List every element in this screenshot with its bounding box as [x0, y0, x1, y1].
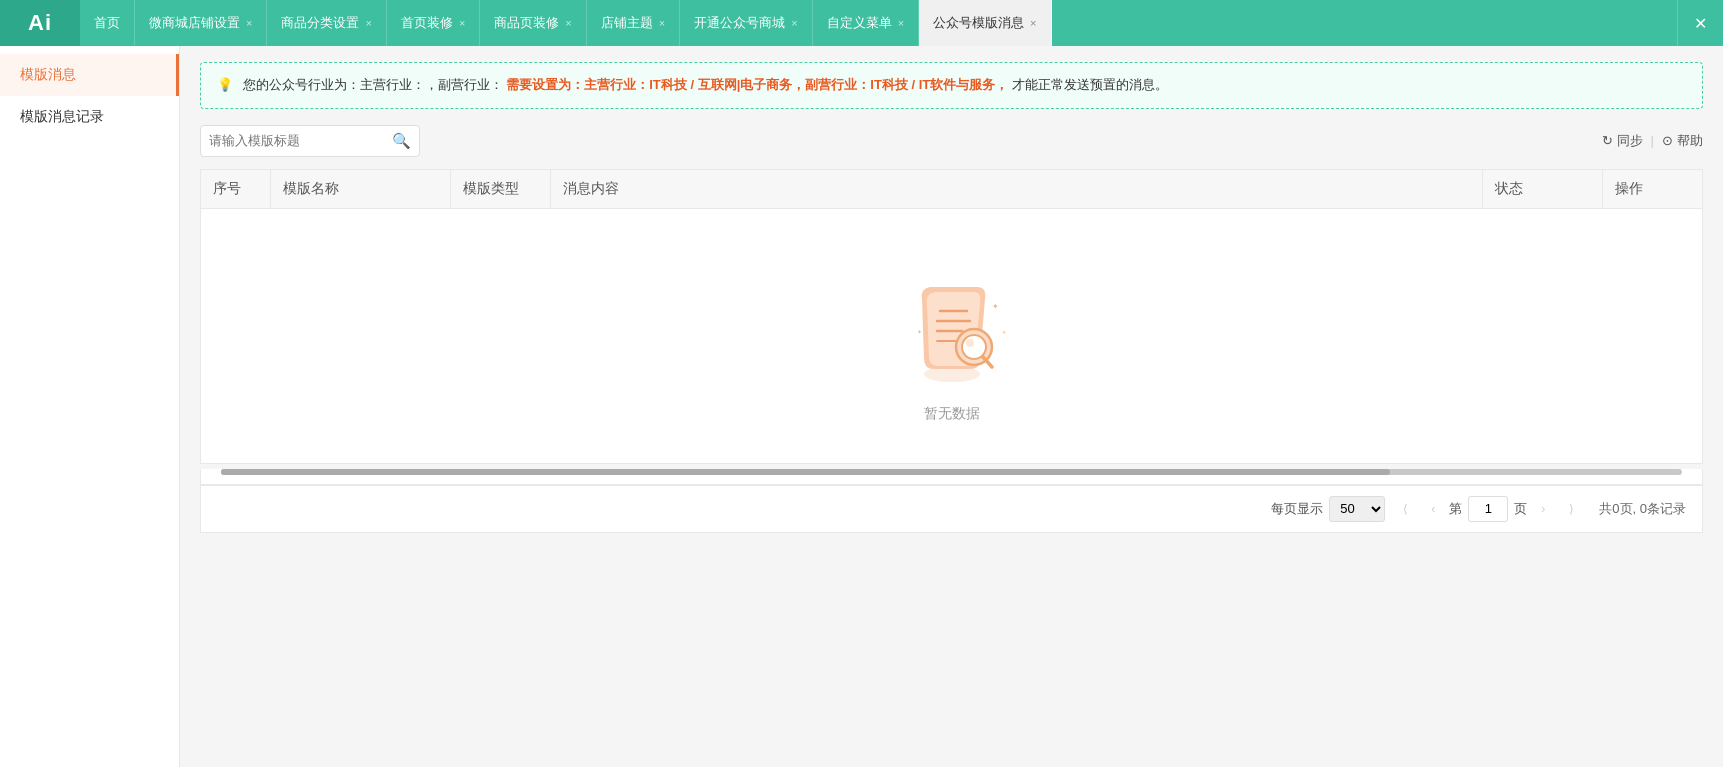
content-area: 💡 您的公众号行业为：主营行业：，副营行业： 需要设置为：主营行业：IT科技 /… — [180, 46, 1723, 767]
nav-tab-open-mall[interactable]: 开通公众号商城 × — [680, 0, 812, 46]
search-input[interactable] — [209, 133, 392, 148]
pagination: 每页显示 102050100 ⟨ ‹ 第 页 › ⟩ 共0页, 0条记录 — [200, 485, 1703, 533]
top-nav: Ai 首页微商城店铺设置 ×商品分类设置 ×首页装修 ×商品页装修 ×店铺主题 … — [0, 0, 1723, 46]
table-header-action: 操作 — [1603, 169, 1703, 208]
scrollbar-thumb[interactable] — [221, 469, 1390, 475]
toolbar-right: ↻ 同步 | ⊙ 帮助 — [1602, 132, 1703, 150]
table-header-status: 状态 — [1483, 169, 1603, 208]
nav-tab-store-theme[interactable]: 店铺主题 × — [587, 0, 680, 46]
sidebar: 模版消息模版消息记录 — [0, 46, 180, 767]
svg-text:✦: ✦ — [1002, 329, 1006, 335]
svg-text:✦: ✦ — [917, 329, 922, 335]
nav-tab-custom-menu[interactable]: 自定义菜单 × — [813, 0, 919, 46]
help-button[interactable]: ⊙ 帮助 — [1662, 132, 1703, 150]
page-suffix: 页 — [1514, 500, 1527, 518]
scrollbar-area — [200, 469, 1703, 485]
notice-suffix: 才能正常发送预置的消息。 — [1012, 77, 1168, 92]
per-page-label: 每页显示 — [1271, 500, 1323, 518]
help-label: 帮助 — [1677, 132, 1703, 150]
nav-tab-homepage-decoration[interactable]: 首页装修 × — [387, 0, 480, 46]
empty-icon: ✦ ✦ ✦ — [892, 269, 1012, 389]
close-all-button[interactable]: ✕ — [1677, 0, 1723, 46]
sync-label: 同步 — [1617, 132, 1643, 150]
first-page-button[interactable]: ⟨ — [1393, 497, 1417, 521]
total-info: 共0页, 0条记录 — [1599, 500, 1686, 518]
sync-icon: ↻ — [1602, 133, 1613, 148]
nav-tab-product-decoration[interactable]: 商品页装修 × — [480, 0, 586, 46]
per-page-select[interactable]: 102050100 — [1329, 496, 1385, 522]
nav-tabs: 首页微商城店铺设置 ×商品分类设置 ×首页装修 ×商品页装修 ×店铺主题 ×开通… — [80, 0, 1677, 46]
table-header-no: 序号 — [201, 169, 271, 208]
app-logo: Ai — [0, 0, 80, 46]
page-prefix: 第 — [1449, 500, 1462, 518]
nav-tab-shop-settings[interactable]: 微商城店铺设置 × — [135, 0, 267, 46]
notice-prefix: 您的公众号行业为：主营行业：，副营行业： — [243, 77, 503, 92]
nav-tab-close-template-msg[interactable]: × — [1030, 17, 1036, 29]
nav-tab-close-product-decoration[interactable]: × — [565, 17, 571, 29]
notice-highlight: 需要设置为：主营行业：IT科技 / 互联网|电子商务，副营行业：IT科技 / I… — [506, 77, 1008, 92]
main-layout: 模版消息模版消息记录 💡 您的公众号行业为：主营行业：，副营行业： 需要设置为：… — [0, 46, 1723, 767]
nav-tab-close-store-theme[interactable]: × — [659, 17, 665, 29]
nav-tab-close-shop-settings[interactable]: × — [246, 17, 252, 29]
notice-icon: 💡 — [217, 77, 233, 92]
scrollbar-track[interactable] — [221, 469, 1682, 475]
nav-tab-close-open-mall[interactable]: × — [791, 17, 797, 29]
notice-box: 💡 您的公众号行业为：主营行业：，副营行业： 需要设置为：主营行业：IT科技 /… — [200, 62, 1703, 109]
last-page-button[interactable]: ⟩ — [1559, 497, 1583, 521]
sidebar-item-template-msg-record[interactable]: 模版消息记录 — [0, 96, 179, 138]
search-button[interactable]: 🔍 — [392, 132, 411, 150]
nav-tab-category-settings[interactable]: 商品分类设置 × — [267, 0, 386, 46]
nav-tab-template-msg[interactable]: 公众号模版消息 × — [919, 0, 1051, 46]
svg-point-8 — [966, 339, 974, 347]
empty-text: 暂无数据 — [221, 405, 1682, 423]
page-input: 第 页 — [1449, 496, 1527, 522]
help-circle-icon: ⊙ — [1662, 133, 1673, 148]
data-table: 序号模版名称模版类型消息内容状态操作 — [200, 169, 1703, 464]
sync-button[interactable]: ↻ 同步 — [1602, 132, 1643, 150]
table-header-content: 消息内容 — [551, 169, 1483, 208]
page-number-input[interactable] — [1468, 496, 1508, 522]
search-input-wrap: 🔍 — [200, 125, 420, 157]
nav-tab-close-category-settings[interactable]: × — [365, 17, 371, 29]
nav-tab-close-homepage-decoration[interactable]: × — [459, 17, 465, 29]
sidebar-item-template-msg[interactable]: 模版消息 — [0, 54, 179, 96]
toolbar-divider: | — [1651, 133, 1654, 148]
page-size-wrap: 每页显示 102050100 — [1271, 496, 1385, 522]
table-header-name: 模版名称 — [271, 169, 451, 208]
page-nav: ⟨ ‹ 第 页 › ⟩ — [1393, 496, 1583, 522]
empty-state: ✦ ✦ ✦ 暂无数据 — [201, 209, 1702, 463]
nav-tab-home[interactable]: 首页 — [80, 0, 135, 46]
table-header-type: 模版类型 — [451, 169, 551, 208]
svg-text:✦: ✦ — [992, 302, 999, 311]
nav-tab-close-custom-menu[interactable]: × — [898, 17, 904, 29]
prev-page-button[interactable]: ‹ — [1421, 497, 1445, 521]
next-page-button[interactable]: › — [1531, 497, 1555, 521]
search-bar: 🔍 ↻ 同步 | ⊙ 帮助 — [200, 125, 1703, 157]
